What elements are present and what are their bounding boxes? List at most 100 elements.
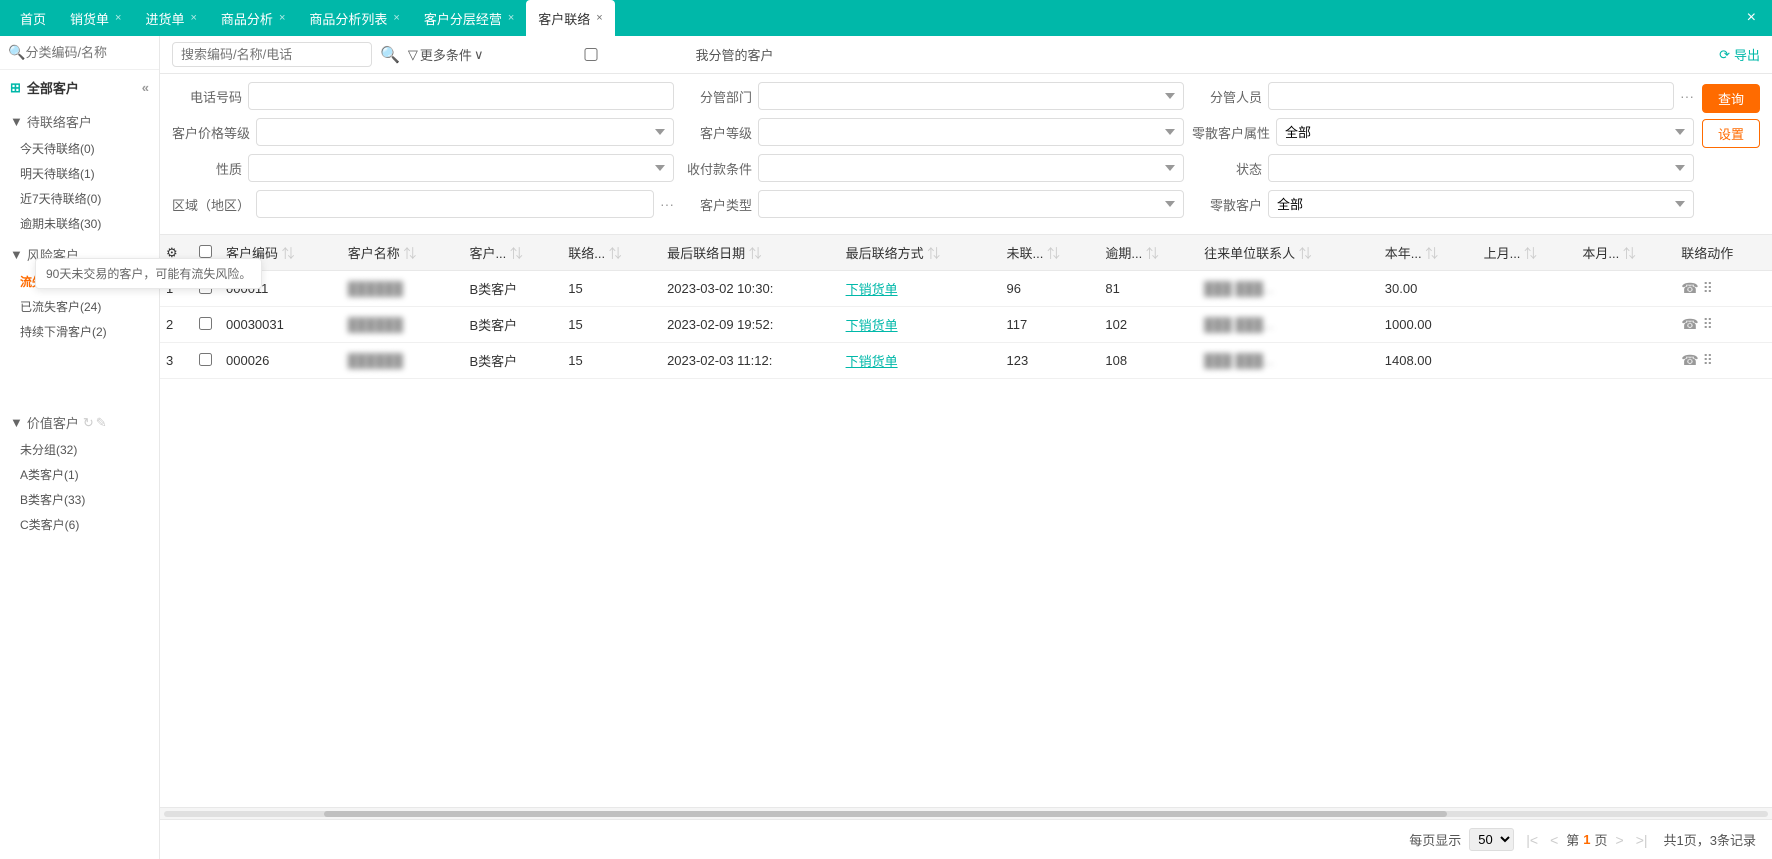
cell-action: ☎ ⠿ <box>1675 307 1772 343</box>
more-icon[interactable]: ⠿ <box>1703 352 1713 369</box>
last-method-link[interactable]: 下销货单 <box>846 354 898 369</box>
cell-name: ██████ <box>342 343 464 379</box>
per-page-select[interactable]: 50 <box>1469 828 1514 851</box>
filter-input-person[interactable] <box>1268 82 1674 110</box>
filter-select-customer-grade[interactable] <box>758 118 1184 146</box>
region-dots-button[interactable]: ··· <box>660 196 674 212</box>
export-icon: ⟳ <box>1719 47 1730 63</box>
nav-home[interactable]: 首页 <box>8 0 58 36</box>
cell-last-month <box>1478 343 1577 379</box>
filter-select-retail-customer[interactable]: 全部 <box>1268 190 1694 218</box>
nav-purchase[interactable]: 进货单 × <box>133 0 208 36</box>
all-customers-header[interactable]: ⊞ 全部客户 « <box>0 70 159 105</box>
filter-cell-status: 状态 <box>1192 154 1694 182</box>
filter-select-nature[interactable] <box>248 154 674 182</box>
sidebar-item-c-class[interactable]: C类客户(6) <box>0 512 159 537</box>
close-customer-contact-tab[interactable]: × <box>596 12 602 24</box>
sidebar-item-today[interactable]: 今天待联络(0) <box>0 136 159 161</box>
cell-overdue: 102 <box>1099 307 1198 343</box>
chevron-down-icon: ∨ <box>474 47 484 63</box>
person-dots-button[interactable]: ··· <box>1680 88 1694 104</box>
nav-analysis[interactable]: 商品分析 × <box>209 0 297 36</box>
top-navigation: 首页 销货单 × 进货单 × 商品分析 × 商品分析列表 × 客户分层经营 × … <box>0 0 1772 36</box>
scrollbar-thumb[interactable] <box>324 811 1447 817</box>
last-page-button[interactable]: >| <box>1632 830 1652 850</box>
page-label: 第 <box>1566 830 1579 849</box>
cell-uncontacted: 117 <box>1001 307 1100 343</box>
filter-select-payment[interactable] <box>758 154 1184 182</box>
prev-page-button[interactable]: < <box>1546 830 1562 850</box>
sidebar-item-a-class[interactable]: A类客户(1) <box>0 462 159 487</box>
nav-customer-segment[interactable]: 客户分层经营 × <box>412 0 526 36</box>
edit-icon[interactable]: ✎ <box>96 415 107 431</box>
close-analysis-list-tab[interactable]: × <box>393 12 399 24</box>
cell-unit-contact: ███ ███... <box>1198 343 1379 379</box>
filter-select-status[interactable] <box>1268 154 1694 182</box>
more-conditions-button[interactable]: ▽ 更多条件 ∨ <box>408 45 484 64</box>
filter-cell-person: 分管人员 ··· <box>1192 82 1694 110</box>
filter-label-region: 区域（地区） <box>172 195 250 214</box>
query-button[interactable]: 查询 <box>1702 84 1760 113</box>
my-customers-check[interactable] <box>491 48 691 61</box>
my-customers-checkbox[interactable]: 我分管的客户 <box>491 45 773 64</box>
filter-label-customer-grade: 客户等级 <box>682 123 752 142</box>
last-method-link[interactable]: 下销货单 <box>846 318 898 333</box>
sidebar-item-declining[interactable]: 持续下滑客户(2) <box>0 319 159 344</box>
filter-select-price-grade[interactable] <box>256 118 674 146</box>
row-checkbox[interactable] <box>199 353 212 366</box>
contact-icon[interactable]: ☎ <box>1681 352 1698 369</box>
search-button[interactable]: 🔍 <box>380 45 400 65</box>
sidebar-item-week[interactable]: 近7天待联络(0) <box>0 186 159 211</box>
window-close-button[interactable]: × <box>1739 9 1764 27</box>
table-row: 2 00030031 ██████ B类客户 15 2023-02-09 19:… <box>160 307 1772 343</box>
filter-cell-phone: 电话号码 <box>172 82 674 110</box>
cell-type: B类客户 <box>463 271 562 307</box>
close-purchase-tab[interactable]: × <box>190 12 196 24</box>
cell-last-method: 下销货单 <box>840 343 1001 379</box>
next-page-button[interactable]: > <box>1612 830 1628 850</box>
more-icon[interactable]: ⠿ <box>1703 280 1713 297</box>
close-sales-tab[interactable]: × <box>115 12 121 24</box>
settings-button[interactable]: 设置 <box>1702 119 1760 148</box>
nav-analysis-list[interactable]: 商品分析列表 × <box>297 0 411 36</box>
contact-icon[interactable]: ☎ <box>1681 280 1698 297</box>
filter-cell-customer-grade: 客户等级 <box>682 118 1184 146</box>
more-icon[interactable]: ⠿ <box>1703 316 1713 333</box>
row-checkbox[interactable] <box>199 317 212 330</box>
sidebar-group-pending-title[interactable]: ▼ 待联络客户 <box>0 107 159 136</box>
cell-code: 00030031 <box>220 307 342 343</box>
last-method-link[interactable]: 下销货单 <box>846 282 898 297</box>
select-all-checkbox[interactable] <box>199 245 212 258</box>
filter-input-phone[interactable] <box>248 82 674 110</box>
filter-label-retail-customer: 零散客户 <box>1192 195 1262 214</box>
action-icons-container: ☎ ⠿ <box>1681 316 1766 333</box>
sidebar-item-tomorrow[interactable]: 明天待联络(1) <box>0 161 159 186</box>
search-input[interactable] <box>172 42 372 67</box>
sidebar-group-pending: ▼ 待联络客户 今天待联络(0) 明天待联络(1) 近7天待联络(0) 逾期未联… <box>0 105 159 238</box>
refresh-icon[interactable]: ↻ <box>83 415 94 431</box>
sidebar-item-unclassified[interactable]: 未分组(32) <box>0 437 159 462</box>
filter-select-dept[interactable] <box>758 82 1184 110</box>
cell-last-month <box>1478 271 1577 307</box>
cell-name: ██████ <box>342 307 464 343</box>
sidebar-item-churned[interactable]: 已流失客户(24) <box>0 294 159 319</box>
export-button[interactable]: ⟳ 导出 <box>1719 45 1760 64</box>
sidebar-search-input[interactable] <box>25 45 160 60</box>
filter-cell-dept: 分管部门 <box>682 82 1184 110</box>
close-customer-segment-tab[interactable]: × <box>508 12 514 24</box>
close-analysis-tab[interactable]: × <box>279 12 285 24</box>
filter-select-customer-type[interactable] <box>758 190 1184 218</box>
nav-sales[interactable]: 销货单 × <box>58 0 133 36</box>
sidebar-group-value-title[interactable]: ▼ 价值客户 ↻ ✎ <box>0 408 159 437</box>
th-this-year: 本年... ⇅ <box>1379 235 1478 271</box>
cell-checkbox <box>190 307 220 343</box>
sidebar-item-b-class[interactable]: B类客户(33) <box>0 487 159 512</box>
nav-customer-contact[interactable]: 客户联络 × <box>526 0 614 36</box>
horizontal-scrollbar[interactable] <box>160 807 1772 819</box>
filter-select-retail-attr[interactable]: 全部 <box>1276 118 1694 146</box>
contact-icon[interactable]: ☎ <box>1681 316 1698 333</box>
first-page-button[interactable]: |< <box>1522 830 1542 850</box>
collapse-sidebar-icon[interactable]: « <box>142 80 149 95</box>
filter-input-region[interactable] <box>256 190 654 218</box>
sidebar-item-overdue[interactable]: 逾期未联络(30) <box>0 211 159 236</box>
